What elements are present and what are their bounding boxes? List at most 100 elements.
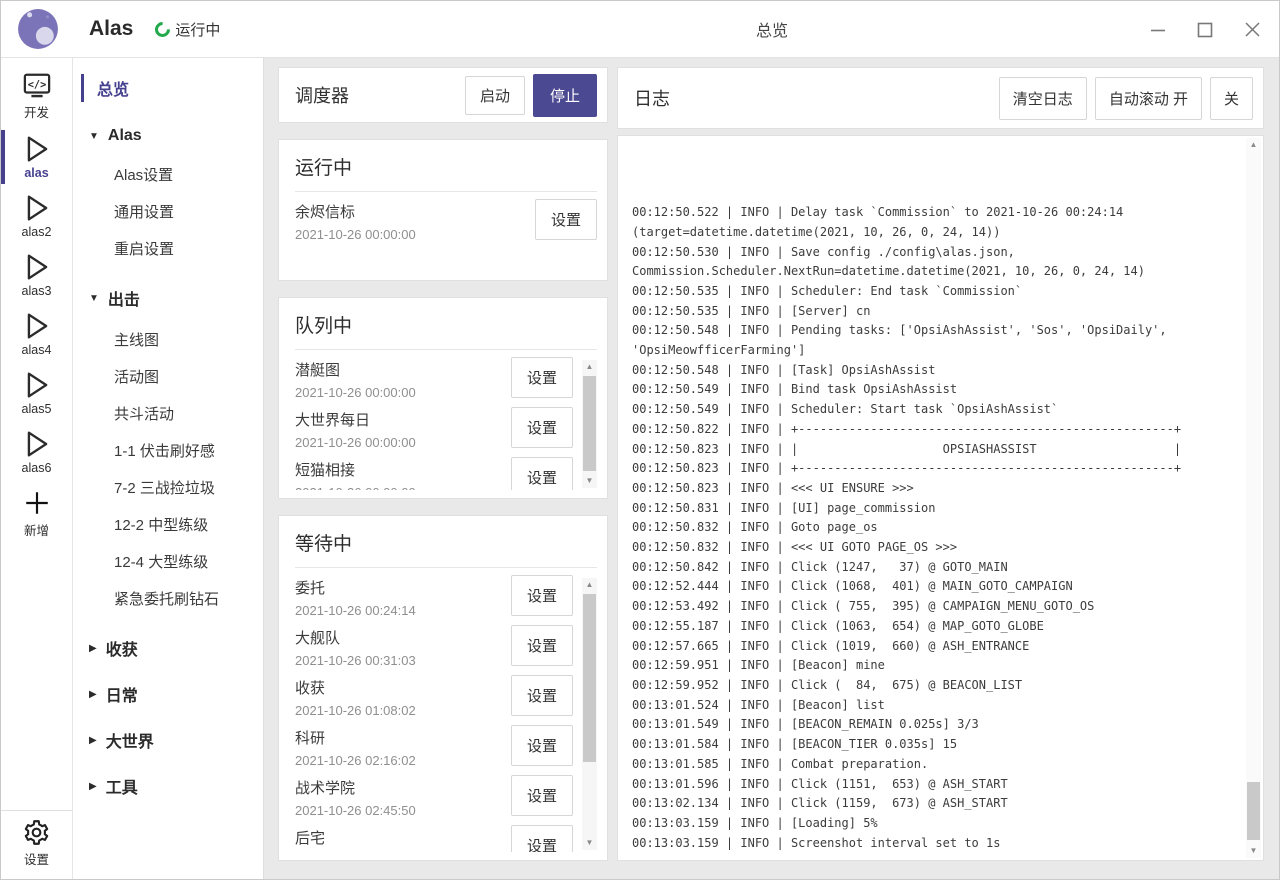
sidebar-item-alas-active[interactable]: alas (1, 128, 72, 186)
clear-log-button[interactable]: 清空日志 (999, 77, 1087, 120)
task-settings-button[interactable]: 设置 (511, 407, 573, 448)
menu-item[interactable]: 主线图 (73, 321, 263, 358)
minimize-button[interactable] (1149, 21, 1167, 39)
menu-item[interactable]: 重启设置 (73, 230, 263, 267)
menu-group[interactable]: ▶ 大世界 (73, 719, 263, 761)
task-settings-button[interactable]: 设置 (511, 625, 573, 666)
sidebar-item-label: alas5 (22, 402, 52, 416)
sidebar-item-dev[interactable]: </> 开发 (1, 66, 72, 127)
task-row: 大世界每日 2021-10-26 00:00:00 设置 (295, 402, 573, 452)
chevron-right-icon: ▶ (89, 781, 97, 792)
menu-item[interactable]: 活动图 (73, 358, 263, 395)
menu-item[interactable]: 7-2 三战捡垃圾 (73, 469, 263, 506)
plus-icon (24, 489, 50, 517)
play-icon (24, 135, 50, 163)
task-time: 2021-10-26 01:08:02 (295, 703, 511, 718)
chevron-down-icon: ▼ (89, 293, 99, 304)
task-time: 2021-10-26 02:45:50 (295, 803, 511, 818)
log-header-panel: 日志 清空日志 自动滚动 开 关 (617, 67, 1264, 129)
log-line: 00:12:50.832 | INFO | <<< UI GOTO PAGE_O… (632, 538, 1233, 558)
scrollbar[interactable]: ▲ ▼ (582, 578, 597, 850)
log-scrollbar[interactable]: ▲ ▼ (1246, 138, 1261, 858)
stop-button[interactable]: 停止 (533, 74, 597, 117)
sidebar-item-instance[interactable]: alas4 (1, 305, 72, 363)
scroll-down-icon[interactable]: ▼ (582, 474, 597, 488)
title-bar: Alas 运行中 总览 (1, 1, 1279, 58)
sidebar-item-settings[interactable]: 设置 (1, 810, 72, 878)
menu-group[interactable]: ▶ 工具 (73, 765, 263, 807)
log-line: 00:12:50.522 | INFO | Delay task `Commis… (632, 203, 1233, 223)
menu-item-overview[interactable]: 总览 (73, 72, 263, 104)
scrollbar[interactable]: ▲ ▼ (582, 360, 597, 488)
task-time: 2021-10-26 00:00:00 (295, 385, 511, 400)
log-panel: 00:12:50.522 | INFO | Delay task `Commis… (617, 135, 1264, 861)
sidebar-item-instance[interactable]: alas3 (1, 246, 72, 304)
menu-item[interactable]: 通用设置 (73, 193, 263, 230)
scroll-down-icon[interactable]: ▼ (582, 836, 597, 850)
start-button[interactable]: 启动 (465, 76, 525, 115)
maximize-button[interactable] (1196, 21, 1214, 39)
sidebar-item-label: 设置 (24, 849, 49, 868)
menu-group[interactable]: ▶ 收获 (73, 627, 263, 669)
task-settings-button[interactable]: 设置 (511, 775, 573, 816)
task-settings-button[interactable]: 设置 (511, 725, 573, 766)
log-line: 00:12:50.823 | INFO | | OPSIASHASSIST | (632, 440, 1233, 460)
task-row: 短猫相接 2021-10-26 00:00:00 设置 (295, 452, 573, 490)
log-line: 'OpsiMeowfficerFarming'] (632, 341, 1233, 361)
log-line: 00:12:50.535 | INFO | Scheduler: End tas… (632, 282, 1233, 302)
log-line: 00:12:50.831 | INFO | [UI] page_commissi… (632, 499, 1233, 519)
app-window: Alas 运行中 总览 </> 开发 alas (0, 0, 1280, 880)
task-settings-button[interactable]: 设置 (511, 675, 573, 716)
task-settings-button[interactable]: 设置 (535, 199, 597, 240)
log-line: 00:12:59.952 | INFO | Click ( 84, 675) @… (632, 676, 1233, 696)
sidebar-item-instance[interactable]: alas5 (1, 364, 72, 422)
log-line: 00:12:50.548 | INFO | [Task] OpsiAshAssi… (632, 361, 1233, 381)
scroll-up-icon[interactable]: ▲ (582, 360, 597, 374)
scrollbar-thumb[interactable] (1247, 782, 1260, 840)
scroll-up-icon[interactable]: ▲ (582, 578, 597, 592)
autoscroll-on-button[interactable]: 自动滚动 开 (1095, 77, 1202, 120)
task-settings-button[interactable]: 设置 (511, 357, 573, 398)
task-row: 余烬信标 2021-10-26 00:00:00 设置 (295, 194, 597, 244)
queued-panel: 队列中 潜艇图 2021-10-26 00:00:00 (278, 297, 608, 499)
scroll-up-icon[interactable]: ▲ (1246, 138, 1261, 152)
sidebar-item-label: alas6 (22, 461, 52, 475)
alas-logo-icon (17, 8, 59, 50)
scrollbar-thumb[interactable] (583, 594, 596, 762)
menu-group-alas[interactable]: ▼ Alas (73, 118, 263, 154)
close-button[interactable] (1243, 21, 1261, 39)
task-time: 2021-10-26 00:00:00 (295, 227, 535, 242)
task-time: 2021-10-26 00:24:14 (295, 603, 511, 618)
task-settings-button[interactable]: 设置 (511, 457, 573, 491)
queued-title: 队列中 (295, 311, 597, 338)
task-name: 潜艇图 (295, 359, 511, 380)
task-settings-button[interactable]: 设置 (511, 575, 573, 616)
log-line: 00:13:01.596 | INFO | Click (1151, 653) … (632, 775, 1233, 795)
task-name: 收获 (295, 677, 511, 698)
menu-group[interactable]: ▶ 日常 (73, 673, 263, 715)
log-title: 日志 (634, 85, 670, 111)
running-panel: 运行中 余烬信标 2021-10-26 00:00:00 设置 (278, 139, 608, 281)
task-row: 大舰队 2021-10-26 00:31:03 设置 (295, 620, 573, 670)
play-icon (24, 430, 50, 458)
task-name: 委托 (295, 577, 511, 598)
menu-item[interactable]: Alas设置 (73, 156, 263, 193)
scrollbar-thumb[interactable] (583, 376, 596, 471)
menu-item[interactable]: 1-1 伏击刷好感 (73, 432, 263, 469)
gear-icon (23, 819, 50, 846)
log-line: 00:13:01.585 | INFO | Combat preparation… (632, 755, 1233, 775)
menu-item[interactable]: 共斗活动 (73, 395, 263, 432)
sidebar-item-add[interactable]: 新增 (1, 482, 72, 545)
menu-group-label: 日常 (106, 682, 138, 706)
menu-item[interactable]: 12-2 中型练级 (73, 506, 263, 543)
sidebar-item-instance[interactable]: alas2 (1, 187, 72, 245)
scroll-down-icon[interactable]: ▼ (1246, 844, 1261, 858)
menu-item[interactable]: 紧急委托刷钻石 (73, 580, 263, 617)
sidebar-item-instance[interactable]: alas6 (1, 423, 72, 481)
menu-group-sortie[interactable]: ▼ 出击 (73, 277, 263, 319)
task-settings-button[interactable]: 设置 (511, 825, 573, 853)
menu-item[interactable]: 12-4 大型练级 (73, 543, 263, 580)
autoscroll-off-button[interactable]: 关 (1210, 77, 1253, 120)
queued-task-list: 潜艇图 2021-10-26 00:00:00 设置 大世界每日 20 (295, 352, 597, 490)
log-line: 00:13:02.134 | INFO | Click (1159, 673) … (632, 794, 1233, 814)
